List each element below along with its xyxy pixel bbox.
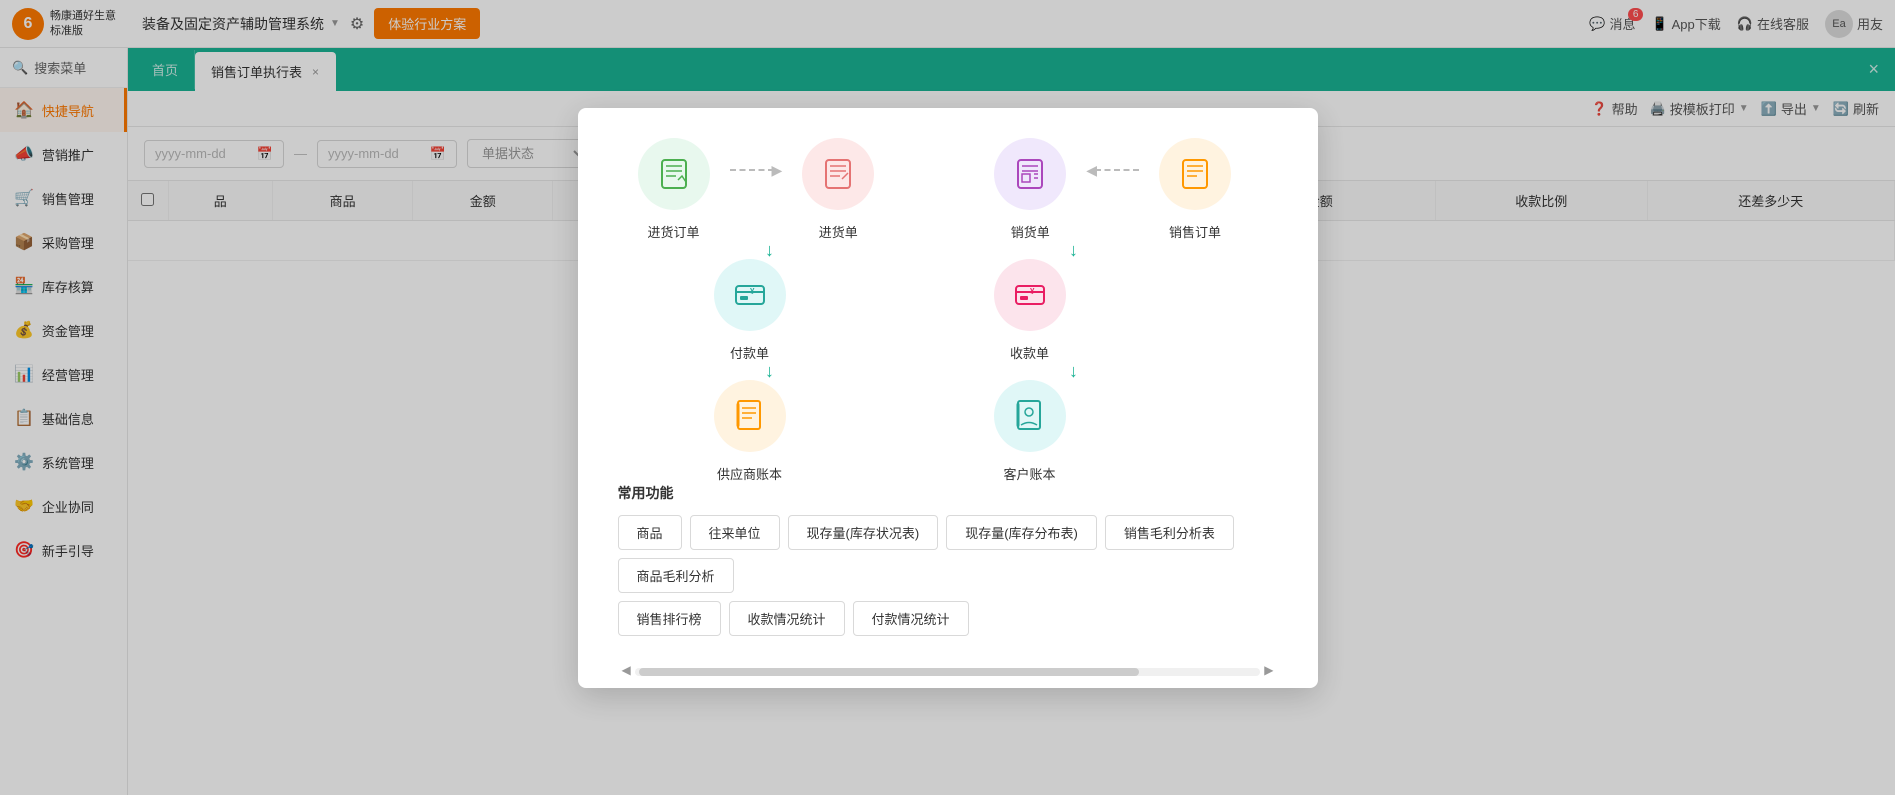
func-buttons-row-2: 销售排行榜 收款情况统计 付款情况统计 bbox=[618, 601, 1278, 636]
v-arrow-sales: ↓ bbox=[1038, 241, 1110, 259]
scroll-left-arrow[interactable]: ◀ bbox=[622, 663, 631, 677]
modal-content: 进货订单 ▶ bbox=[578, 108, 1318, 688]
customer-ledger-circle bbox=[994, 380, 1066, 452]
purchase-order-label: 进货订单 bbox=[647, 222, 699, 241]
common-functions: 常用功能 商品 往来单位 现存量(库存状况表) 现存量(库存分布表) 销售毛利分… bbox=[618, 483, 1278, 660]
flow-row-2: ¥ 付款单 ¥ bbox=[618, 259, 1086, 362]
scroll-right-arrow[interactable]: ▶ bbox=[1264, 663, 1273, 677]
v-arrow-purchase: ↓ bbox=[734, 241, 806, 259]
purchase-receipt-label: 进货单 bbox=[819, 222, 858, 241]
func-btn-stock-status[interactable]: 现存量(库存状况表) bbox=[788, 515, 939, 550]
func-btn-payment-stats[interactable]: 付款情况统计 bbox=[853, 601, 969, 636]
func-btn-sales-profit[interactable]: 销售毛利分析表 bbox=[1105, 515, 1234, 550]
flow-row-1: 进货订单 ▶ bbox=[618, 138, 1252, 241]
flow-row-3: 供应商账本 客户账本 bbox=[618, 380, 1086, 483]
func-btn-partners[interactable]: 往来单位 bbox=[690, 515, 780, 550]
flow-item-collection[interactable]: ¥ 收款单 bbox=[994, 259, 1066, 362]
flow-item-supplier-ledger[interactable]: 供应商账本 bbox=[714, 380, 786, 483]
sales-receipt-circle bbox=[994, 138, 1066, 210]
flow-item-sales-order[interactable]: 销售订单 bbox=[1159, 138, 1231, 241]
flow-item-sales-receipt[interactable]: 销货单 bbox=[994, 138, 1066, 241]
func-btn-stock-dist[interactable]: 现存量(库存分布表) bbox=[946, 515, 1097, 550]
customer-ledger-label: 客户账本 bbox=[1003, 464, 1055, 483]
purchase-order-circle bbox=[638, 138, 710, 210]
collection-circle: ¥ bbox=[994, 259, 1066, 331]
supplier-ledger-label: 供应商账本 bbox=[717, 464, 782, 483]
sales-order-circle bbox=[1159, 138, 1231, 210]
func-btn-collection-stats[interactable]: 收款情况统计 bbox=[729, 601, 845, 636]
func-btn-product[interactable]: 商品 bbox=[618, 515, 682, 550]
purchase-receipt-circle bbox=[802, 138, 874, 210]
svg-text:¥: ¥ bbox=[1030, 287, 1035, 296]
func-btn-sales-rank[interactable]: 销售排行榜 bbox=[618, 601, 721, 636]
flow-item-payment[interactable]: ¥ 付款单 bbox=[714, 259, 786, 362]
flow-item-purchase-order[interactable]: 进货订单 bbox=[638, 138, 710, 241]
func-buttons-row-1: 商品 往来单位 现存量(库存状况表) 现存量(库存分布表) 销售毛利分析表 商品… bbox=[618, 515, 1278, 593]
func-btn-product-profit[interactable]: 商品毛利分析 bbox=[618, 558, 734, 593]
arrow-left-1: ◀ bbox=[1086, 138, 1139, 179]
flow-arrows-row-2: ↓ ↓ bbox=[618, 362, 1110, 380]
flow-chart: 进货订单 ▶ bbox=[618, 138, 1278, 483]
modal-scroll-row: ◀ ▶ bbox=[618, 660, 1278, 688]
modal-overlay[interactable]: 进货订单 ▶ bbox=[0, 0, 1895, 795]
modal-scrollbar[interactable] bbox=[635, 668, 1261, 676]
sales-order-label: 销售订单 bbox=[1169, 222, 1221, 241]
payment-circle: ¥ bbox=[714, 259, 786, 331]
flow-item-purchase-receipt[interactable]: 进货单 bbox=[802, 138, 874, 241]
svg-text:¥: ¥ bbox=[750, 287, 755, 296]
payment-label: 付款单 bbox=[730, 343, 769, 362]
supplier-ledger-circle bbox=[714, 380, 786, 452]
sales-receipt-label: 销货单 bbox=[1011, 222, 1050, 241]
modal: 进货订单 ▶ bbox=[578, 108, 1318, 688]
flow-arrows-row: ↓ ↓ bbox=[618, 241, 1110, 259]
modal-scrollbar-thumb bbox=[639, 668, 1139, 676]
collection-label: 收款单 bbox=[1010, 343, 1049, 362]
common-functions-title: 常用功能 bbox=[618, 483, 1278, 503]
flow-item-customer-ledger[interactable]: 客户账本 bbox=[994, 380, 1066, 483]
arrow-right-1: ▶ bbox=[730, 138, 783, 179]
